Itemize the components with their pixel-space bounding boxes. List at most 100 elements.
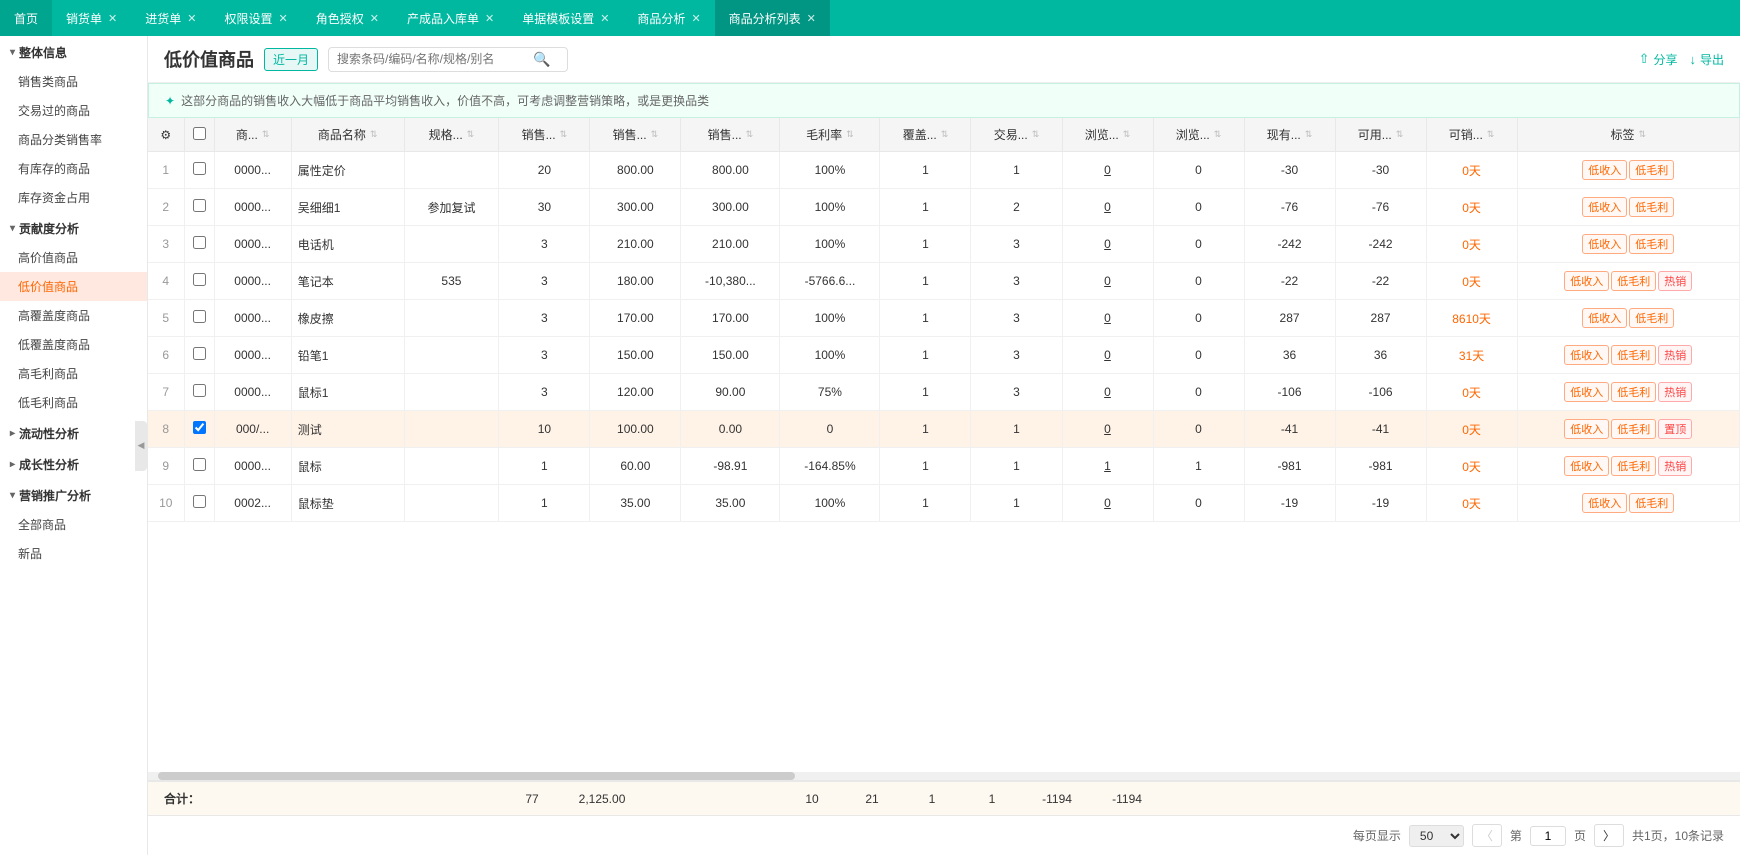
row-checkbox[interactable]	[193, 199, 206, 212]
column-saleable[interactable]: 可销...⇅	[1426, 118, 1517, 152]
next-page-button[interactable]: 〉	[1594, 824, 1624, 847]
nav-template-settings[interactable]: 单据模板设置 ✕	[508, 0, 623, 36]
sidebar-item-low-coverage[interactable]: 低覆盖度商品	[0, 330, 147, 359]
sidebar-item-inventory-capital[interactable]: 库存资金占用	[0, 183, 147, 212]
row-margin: 100%	[780, 189, 880, 226]
sidebar-group-liquidity[interactable]: ▸ 流动性分析	[0, 417, 147, 448]
close-product-analysis-list[interactable]: ✕	[807, 12, 816, 25]
main-content: 低价值商品 近一月 🔍 ⇧ 分享 ↓ 导出 ✦ 这部分商品的销售收入大幅低于商品…	[148, 36, 1740, 855]
footer-label: 合计：	[164, 790, 200, 807]
row-num: 2	[148, 189, 184, 226]
sidebar-item-low-value[interactable]: 低价值商品	[0, 272, 147, 301]
column-name[interactable]: 商品名称⇅	[291, 118, 404, 152]
column-spec[interactable]: 规格...⇅	[404, 118, 499, 152]
nav-role-auth[interactable]: 角色授权 ✕	[302, 0, 393, 36]
row-browse2: 0	[1153, 411, 1244, 448]
table-row: 1 0000... 属性定价 20 800.00 800.00 100% 1 1…	[148, 152, 1740, 189]
close-permissions[interactable]: ✕	[279, 12, 288, 25]
scrollbar-thumb[interactable]	[158, 772, 795, 780]
search-input[interactable]	[337, 52, 527, 66]
row-available: -30	[1335, 152, 1426, 189]
sidebar-item-stocked-products[interactable]: 有库存的商品	[0, 154, 147, 183]
row-checkbox[interactable]	[193, 458, 206, 471]
row-available: -106	[1335, 374, 1426, 411]
row-checkbox[interactable]	[193, 347, 206, 360]
row-margin: -164.85%	[780, 448, 880, 485]
nav-finished-goods[interactable]: 产成品入库单 ✕	[393, 0, 508, 36]
row-checkbox[interactable]	[193, 273, 206, 286]
column-code[interactable]: 商...⇅	[214, 118, 291, 152]
time-badge[interactable]: 近一月	[264, 48, 318, 71]
nav-sales-order[interactable]: 销货单 ✕	[52, 0, 131, 36]
sidebar-group-growth[interactable]: ▸ 成长性分析	[0, 448, 147, 479]
column-browse2[interactable]: 浏览...⇅	[1153, 118, 1244, 152]
column-sale-avg[interactable]: 销售...⇅	[681, 118, 780, 152]
row-code: 0002...	[214, 485, 291, 522]
row-name: 属性定价	[291, 152, 404, 189]
row-name: 笔记本	[291, 263, 404, 300]
row-coverage: 1	[880, 448, 971, 485]
column-checkbox-header[interactable]	[184, 118, 214, 152]
per-page-select[interactable]: 50 100 200	[1409, 825, 1464, 847]
row-spec	[404, 448, 499, 485]
sidebar-item-new-products[interactable]: 新品	[0, 539, 147, 568]
sidebar-item-all-products[interactable]: 全部商品	[0, 510, 147, 539]
select-all-checkbox[interactable]	[193, 127, 206, 140]
row-num: 9	[148, 448, 184, 485]
nav-permissions[interactable]: 权限设置 ✕	[210, 0, 301, 36]
column-available[interactable]: 可用...⇅	[1335, 118, 1426, 152]
row-checkbox[interactable]	[193, 495, 206, 508]
close-template-settings[interactable]: ✕	[600, 12, 609, 25]
gear-icon[interactable]: ⚙	[160, 128, 171, 142]
sidebar-item-high-value[interactable]: 高价值商品	[0, 243, 147, 272]
row-sale-qty: 3	[499, 374, 590, 411]
sidebar-item-low-margin[interactable]: 低毛利商品	[0, 388, 147, 417]
nav-product-analysis[interactable]: 商品分析 ✕	[623, 0, 714, 36]
sidebar-group-overall[interactable]: ▾ 整体信息	[0, 36, 147, 67]
sidebar-item-traded-products[interactable]: 交易过的商品	[0, 96, 147, 125]
sidebar-item-high-coverage[interactable]: 高覆盖度商品	[0, 301, 147, 330]
sidebar-item-category-sales-rate[interactable]: 商品分类销售率	[0, 125, 147, 154]
row-checkbox[interactable]	[193, 421, 206, 434]
close-finished-goods[interactable]: ✕	[485, 12, 494, 25]
prev-page-button[interactable]: 〈	[1472, 824, 1502, 847]
sidebar-group-marketing[interactable]: ▾ 营销推广分析	[0, 479, 147, 510]
sidebar-group-contribution[interactable]: ▾ 贡献度分析	[0, 212, 147, 243]
column-sale-qty[interactable]: 销售...⇅	[499, 118, 590, 152]
close-sales-order[interactable]: ✕	[108, 12, 117, 25]
nav-product-analysis-list[interactable]: 商品分析列表 ✕	[715, 0, 830, 36]
column-margin[interactable]: 毛利率⇅	[780, 118, 880, 152]
row-sale-qty: 3	[499, 263, 590, 300]
tag: 低收入	[1582, 493, 1627, 513]
row-checkbox[interactable]	[193, 310, 206, 323]
row-checkbox[interactable]	[193, 236, 206, 249]
column-browse1[interactable]: 浏览...⇅	[1062, 118, 1153, 152]
table-row: 10 0002... 鼠标垫 1 35.00 35.00 100% 1 1 0 …	[148, 485, 1740, 522]
close-role-auth[interactable]: ✕	[370, 12, 379, 25]
column-tags[interactable]: 标签⇅	[1517, 118, 1739, 152]
nav-purchase-order[interactable]: 进货单 ✕	[131, 0, 210, 36]
sidebar-item-sales-products[interactable]: 销售类商品	[0, 67, 147, 96]
share-button[interactable]: ⇧ 分享	[1639, 51, 1678, 68]
column-current[interactable]: 现有...⇅	[1244, 118, 1335, 152]
page-number-input[interactable]	[1530, 826, 1566, 846]
column-trade[interactable]: 交易...⇅	[971, 118, 1062, 152]
export-button[interactable]: ↓ 导出	[1689, 51, 1724, 68]
row-tags: 低收入低毛利热销	[1517, 448, 1739, 485]
row-sale-amount: 100.00	[590, 411, 681, 448]
table-row: 2 0000... 吴细细1 参加复试 30 300.00 300.00 100…	[148, 189, 1740, 226]
search-icon[interactable]: 🔍	[533, 51, 550, 68]
sidebar-collapse-button[interactable]: ◀	[135, 421, 147, 471]
close-purchase-order[interactable]: ✕	[187, 12, 196, 25]
column-settings[interactable]: ⚙	[148, 118, 184, 152]
sidebar-item-high-margin[interactable]: 高毛利商品	[0, 359, 147, 388]
row-sale-avg: 90.00	[681, 374, 780, 411]
row-checkbox[interactable]	[193, 162, 206, 175]
scrollbar-area[interactable]	[148, 772, 1740, 780]
row-checkbox[interactable]	[193, 384, 206, 397]
close-product-analysis[interactable]: ✕	[691, 12, 700, 25]
column-coverage[interactable]: 覆盖...⇅	[880, 118, 971, 152]
nav-home[interactable]: 首页	[0, 0, 52, 36]
table-row: 3 0000... 电话机 3 210.00 210.00 100% 1 3 0…	[148, 226, 1740, 263]
column-sale-amount[interactable]: 销售...⇅	[590, 118, 681, 152]
